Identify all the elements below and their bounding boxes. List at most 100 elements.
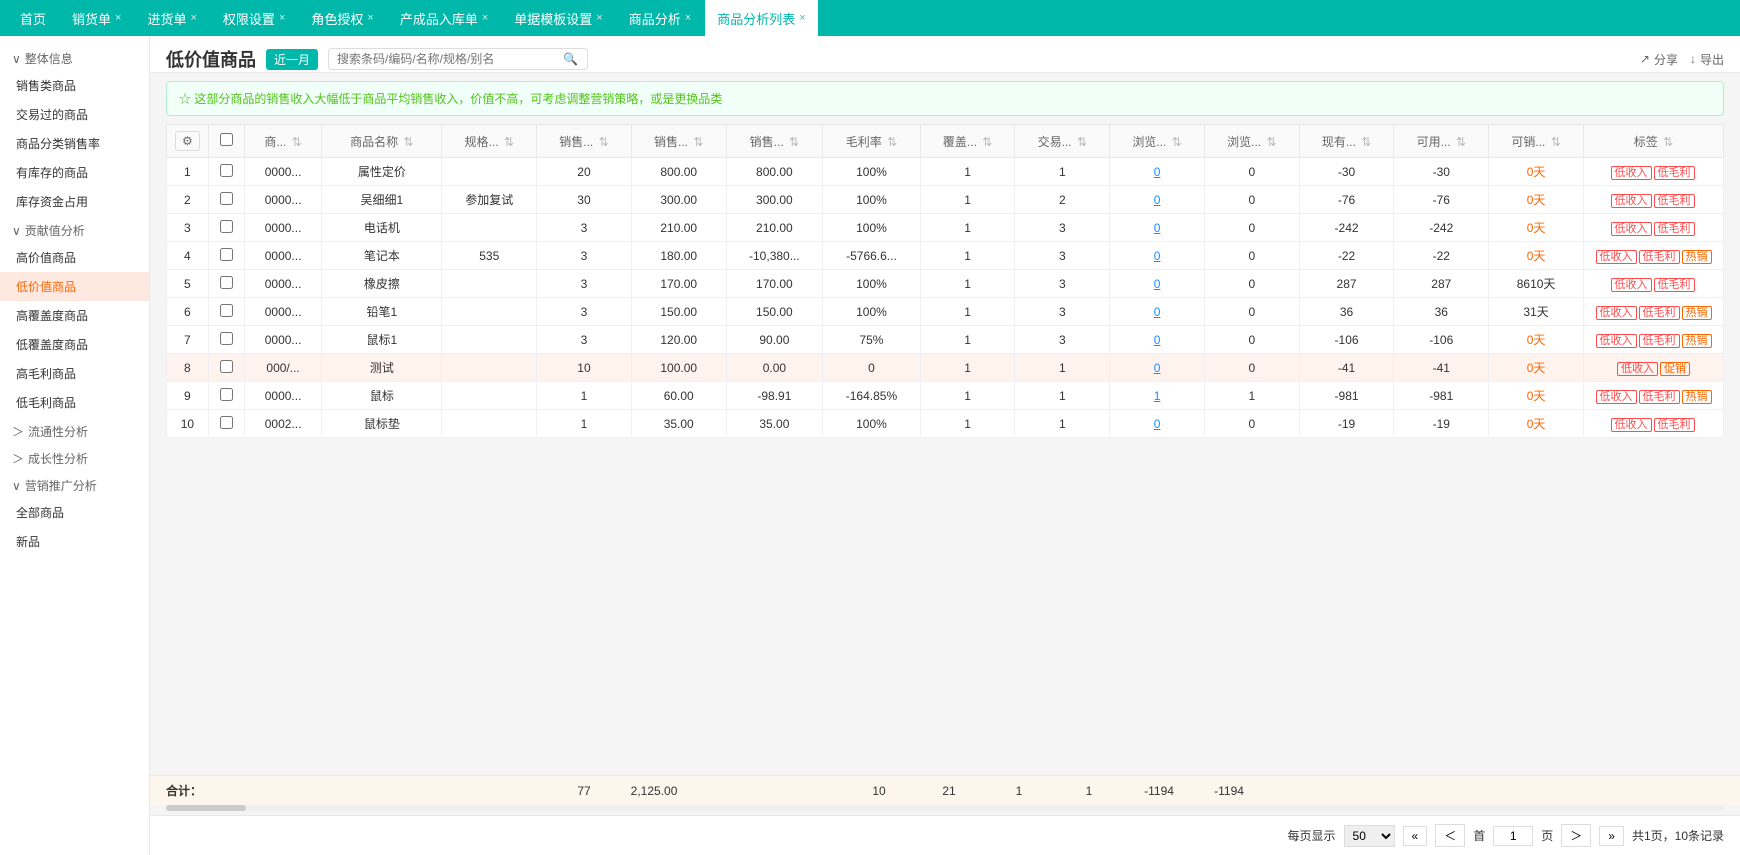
cell-sales-qty: 3 xyxy=(537,298,632,326)
col-tags[interactable]: 标签 ⇅ xyxy=(1584,125,1724,158)
col-spec[interactable]: 规格... ⇅ xyxy=(442,125,537,158)
browse-link[interactable]: 0 xyxy=(1154,165,1161,179)
cell-checkbox[interactable] xyxy=(208,214,244,242)
tag-badge: 热销 xyxy=(1682,390,1712,404)
sidebar-group-marketing[interactable]: ∨ 营销推广分析 xyxy=(0,471,149,498)
sidebar-item-low-coverage[interactable]: 低覆盖度商品 xyxy=(0,330,149,359)
cell-coverage: 1 xyxy=(920,214,1015,242)
nav-purchase-order[interactable]: 进货单 × xyxy=(135,0,208,36)
row-checkbox[interactable] xyxy=(220,192,233,205)
sidebar-item-sales-products[interactable]: 销售类商品 xyxy=(0,71,149,100)
row-checkbox[interactable] xyxy=(220,416,233,429)
row-checkbox[interactable] xyxy=(220,332,233,345)
share-button[interactable]: ↗ 分享 xyxy=(1640,51,1678,68)
cell-checkbox[interactable] xyxy=(208,354,244,382)
first-page-button[interactable]: « xyxy=(1403,826,1428,846)
last-page-button[interactable]: » xyxy=(1599,826,1624,846)
table-area: ⚙ 商... ⇅ 商品名称 ⇅ 规格... ⇅ 销售... ⇅ 销售... ⇅ … xyxy=(150,124,1740,775)
nav-product-inbound[interactable]: 产成品入库单 × xyxy=(388,0,500,36)
col-transaction[interactable]: 交易... ⇅ xyxy=(1015,125,1110,158)
sidebar-item-capital-occupation[interactable]: 库存资金占用 xyxy=(0,187,149,216)
col-margin[interactable]: 毛利率 ⇅ xyxy=(823,125,921,158)
row-checkbox[interactable] xyxy=(220,248,233,261)
col-name[interactable]: 商品名称 ⇅ xyxy=(322,125,442,158)
browse-link[interactable]: 0 xyxy=(1154,361,1161,375)
browse-link[interactable]: 0 xyxy=(1154,221,1161,235)
browse-link[interactable]: 0 xyxy=(1154,305,1161,319)
table-row: 6 0000... 铅笔1 3 150.00 150.00 100% 1 3 0… xyxy=(167,298,1724,326)
sidebar-group-liquidity[interactable]: ＞ 流通性分析 xyxy=(0,417,149,444)
cell-checkbox[interactable] xyxy=(208,270,244,298)
nav-permission[interactable]: 权限设置 × xyxy=(211,0,297,36)
sidebar-item-low-margin[interactable]: 低毛利商品 xyxy=(0,388,149,417)
horizontal-scrollbar[interactable] xyxy=(166,805,1724,811)
sidebar-item-high-margin[interactable]: 高毛利商品 xyxy=(0,359,149,388)
col-browse2[interactable]: 浏览... ⇅ xyxy=(1204,125,1299,158)
cell-checkbox[interactable] xyxy=(208,158,244,186)
col-sales-amount[interactable]: 销售... ⇅ xyxy=(631,125,726,158)
col-sales-avg[interactable]: 销售... ⇅ xyxy=(726,125,823,158)
row-checkbox[interactable] xyxy=(220,388,233,401)
row-checkbox[interactable] xyxy=(220,304,233,317)
browse-link[interactable]: 0 xyxy=(1154,193,1161,207)
col-coverage[interactable]: 覆盖... ⇅ xyxy=(920,125,1015,158)
browse-link[interactable]: 0 xyxy=(1154,333,1161,347)
footer-browse1: 1 xyxy=(984,784,1054,798)
sidebar-group-growth[interactable]: ＞ 成长性分析 xyxy=(0,444,149,471)
pagination: 每页显示 50 100 200 « ＜ 首 页 ＞ » 共1页，10条记录 xyxy=(150,815,1740,855)
row-checkbox[interactable] xyxy=(220,276,233,289)
sidebar-item-stock-products[interactable]: 有库存的商品 xyxy=(0,158,149,187)
cell-checkbox[interactable] xyxy=(208,326,244,354)
sidebar-item-low-value[interactable]: 低价值商品 xyxy=(0,272,149,301)
cell-checkbox[interactable] xyxy=(208,298,244,326)
export-button[interactable]: ↓ 导出 xyxy=(1690,51,1724,68)
sidebar-item-high-value[interactable]: 高价值商品 xyxy=(0,243,149,272)
nav-template-settings[interactable]: 单据模板设置 × xyxy=(502,0,614,36)
nav-product-analysis-list[interactable]: 商品分析列表 × xyxy=(705,0,817,36)
cell-tags: 低收入低毛利热销 xyxy=(1584,298,1724,326)
cell-checkbox[interactable] xyxy=(208,242,244,270)
col-code[interactable]: 商... ⇅ xyxy=(244,125,322,158)
nav-sales-order[interactable]: 销货单 × xyxy=(60,0,133,36)
checkbox-column-header[interactable] xyxy=(208,125,244,158)
sidebar-item-traded-products[interactable]: 交易过的商品 xyxy=(0,100,149,129)
browse-link[interactable]: 0 xyxy=(1154,277,1161,291)
row-checkbox[interactable] xyxy=(220,164,233,177)
gear-column-header[interactable]: ⚙ xyxy=(167,125,209,158)
nav-role-auth[interactable]: 角色授权 × xyxy=(299,0,385,36)
sidebar-item-high-coverage[interactable]: 高覆盖度商品 xyxy=(0,301,149,330)
col-current-stock[interactable]: 现有... ⇅ xyxy=(1299,125,1394,158)
browse-link[interactable]: 1 xyxy=(1154,389,1161,403)
col-sellable[interactable]: 可销... ⇅ xyxy=(1489,125,1584,158)
cell-margin: 100% xyxy=(823,298,921,326)
browse-link[interactable]: 0 xyxy=(1154,249,1161,263)
time-filter-button[interactable]: 近一月 xyxy=(266,49,318,70)
per-page-label: 每页显示 xyxy=(1288,827,1336,844)
next-page-button[interactable]: ＞ xyxy=(1561,824,1591,847)
gear-settings-btn[interactable]: ⚙ xyxy=(175,131,200,151)
scrollbar-thumb[interactable] xyxy=(166,805,246,811)
nav-product-analysis[interactable]: 商品分析 × xyxy=(617,0,703,36)
col-available-stock[interactable]: 可用... ⇅ xyxy=(1394,125,1489,158)
cell-checkbox[interactable] xyxy=(208,382,244,410)
search-input[interactable] xyxy=(337,52,557,66)
sidebar-item-all-products[interactable]: 全部商品 xyxy=(0,498,149,527)
search-icon[interactable]: 🔍 xyxy=(563,52,578,66)
cell-checkbox[interactable] xyxy=(208,186,244,214)
nav-home[interactable]: 首页 xyxy=(8,0,58,36)
select-all-checkbox[interactable] xyxy=(220,133,233,146)
cell-code: 0000... xyxy=(244,298,322,326)
row-checkbox[interactable] xyxy=(220,360,233,373)
sidebar-item-category-sales-rate[interactable]: 商品分类销售率 xyxy=(0,129,149,158)
sidebar-group-overview[interactable]: ∨ 整体信息 xyxy=(0,44,149,71)
col-browse1[interactable]: 浏览... ⇅ xyxy=(1110,125,1205,158)
per-page-select[interactable]: 50 100 200 xyxy=(1344,825,1395,847)
cell-checkbox[interactable] xyxy=(208,410,244,438)
sidebar-item-new-products[interactable]: 新品 xyxy=(0,527,149,556)
col-sales-qty[interactable]: 销售... ⇅ xyxy=(537,125,632,158)
row-checkbox[interactable] xyxy=(220,220,233,233)
sidebar-group-contribution[interactable]: ∨ 贡献值分析 xyxy=(0,216,149,243)
page-number-input[interactable] xyxy=(1493,826,1533,846)
browse-link[interactable]: 0 xyxy=(1154,417,1161,431)
prev-page-button[interactable]: ＜ xyxy=(1435,824,1465,847)
